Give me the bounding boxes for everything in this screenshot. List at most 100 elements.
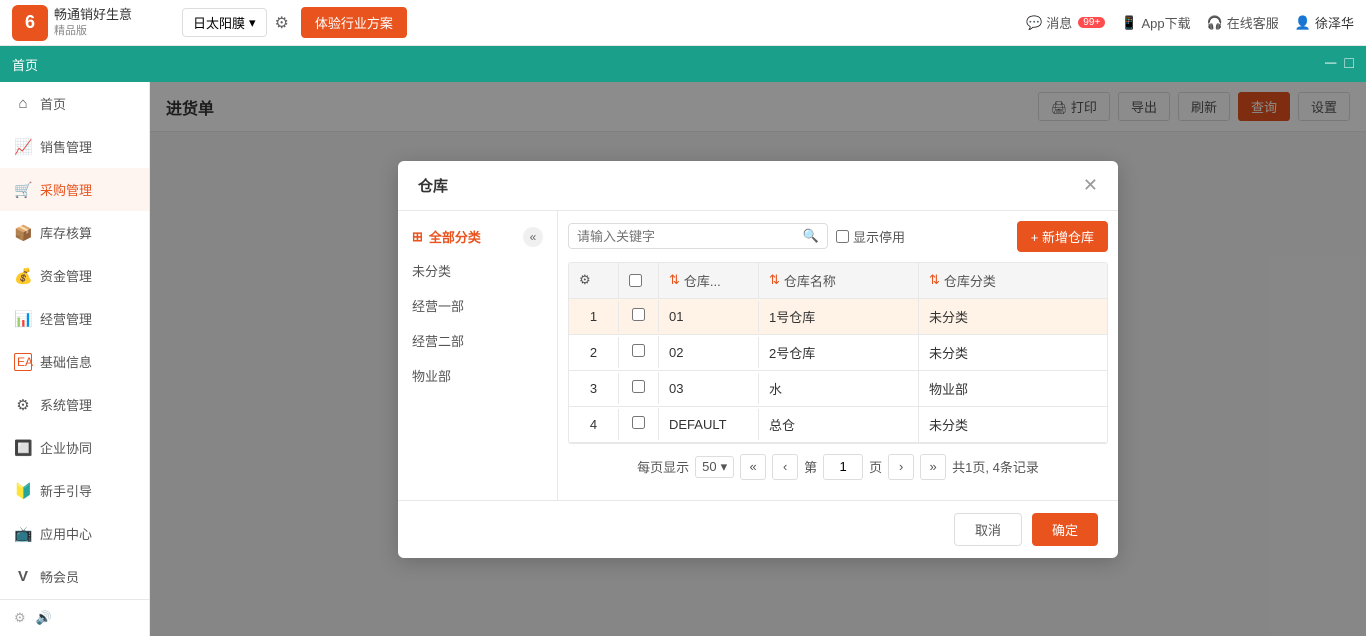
grid-icon: ⊞ xyxy=(412,229,423,245)
guide-icon: 🔰 xyxy=(14,482,32,500)
setting-bottom-icon[interactable]: ⚙ xyxy=(14,610,26,626)
logo-icon: 6 xyxy=(12,5,48,41)
app-download-item[interactable]: 📱 App下载 xyxy=(1121,13,1190,32)
warehouse-table: ⚙ ⇅ 仓库... ⇅ 仓库名称 xyxy=(568,262,1108,444)
system-icon: ⚙ xyxy=(14,396,32,414)
collapse-btn[interactable]: « xyxy=(523,227,543,247)
sidebar-label-finance: 资金管理 xyxy=(40,266,92,285)
sidebar-item-sales[interactable]: 📈 销售管理 xyxy=(0,125,149,168)
next-page-btn[interactable]: › xyxy=(888,454,914,480)
table-row[interactable]: 3 03 水 物业部 xyxy=(569,371,1107,407)
sidebar-item-inventory[interactable]: 📦 库存核算 xyxy=(0,211,149,254)
th-code-label: 仓库... xyxy=(684,271,721,290)
row-checkbox-3[interactable] xyxy=(632,380,645,393)
confirm-button[interactable]: 确定 xyxy=(1032,513,1098,546)
category-property[interactable]: 物业部 xyxy=(398,358,557,393)
sidebar-label-guide: 新手引导 xyxy=(40,481,92,500)
sort-icon3: ⇅ xyxy=(929,272,940,288)
sidebar-item-operation[interactable]: 📊 经营管理 xyxy=(0,297,149,340)
modal-header: 仓库 ✕ xyxy=(398,161,1118,211)
layout: ⌂ 首页 📈 销售管理 🛒 采购管理 📦 库存核算 💰 资金管理 📊 经营管理 … xyxy=(0,82,1366,636)
row-checkbox-4[interactable] xyxy=(632,416,645,429)
base-icon: EA xyxy=(14,353,32,371)
message-icon: 💬 xyxy=(1026,15,1042,31)
category-operation1[interactable]: 经营一部 xyxy=(398,288,557,323)
th-code[interactable]: ⇅ 仓库... xyxy=(659,263,759,298)
trial-button[interactable]: 体验行业方案 xyxy=(301,7,407,38)
category-unclassified[interactable]: 未分类 xyxy=(398,253,557,288)
table-row[interactable]: 1 01 1号仓库 未分类 xyxy=(569,299,1107,335)
td-category-1: 未分类 xyxy=(919,299,1079,334)
sidebar-item-system[interactable]: ⚙ 系统管理 xyxy=(0,383,149,426)
category-all-left: ⊞ 全部分类 xyxy=(412,227,481,246)
th-category[interactable]: ⇅ 仓库分类 xyxy=(919,263,1079,298)
online-service-item[interactable]: 🎧 在线客服 xyxy=(1207,13,1279,32)
sidebar-item-purchase[interactable]: 🛒 采购管理 xyxy=(0,168,149,211)
minimize-icon[interactable]: ─ xyxy=(1325,55,1336,73)
sidebar-item-base[interactable]: EA 基础信息 xyxy=(0,340,149,383)
header-right: 💬 消息 99+ 📱 App下载 🎧 在线客服 👤 徐泽华 xyxy=(1026,13,1354,32)
table-row[interactable]: 2 02 2号仓库 未分类 xyxy=(569,335,1107,371)
per-page-label: 每页显示 xyxy=(637,457,689,476)
td-cb-4[interactable] xyxy=(619,408,659,440)
breadcrumb-home[interactable]: 首页 xyxy=(12,55,38,74)
user-icon: 👤 xyxy=(1295,15,1311,31)
store-selector[interactable]: 日太阳膜 ▾ xyxy=(182,8,267,37)
td-name-1: 1号仓库 xyxy=(759,299,919,334)
app-version: 精品版 xyxy=(54,22,132,38)
sidebar-item-app[interactable]: 📺 应用中心 xyxy=(0,512,149,555)
online-service-label: 在线客服 xyxy=(1227,13,1279,32)
td-category-3: 物业部 xyxy=(919,371,1079,406)
table-row[interactable]: 4 DEFAULT 总仓 未分类 xyxy=(569,407,1107,443)
inventory-icon: 📦 xyxy=(14,224,32,242)
sidebar-item-home[interactable]: ⌂ 首页 xyxy=(0,82,149,125)
settings-icon[interactable]: ⚙ xyxy=(275,13,289,33)
sidebar-label-member: 畅会员 xyxy=(40,567,79,586)
speaker-icon[interactable]: 🔊 xyxy=(36,610,52,626)
message-item[interactable]: 💬 消息 99+ xyxy=(1026,13,1105,32)
row-checkbox-1[interactable] xyxy=(632,308,645,321)
app-name: 畅通销好生意 xyxy=(54,7,132,23)
search-input[interactable] xyxy=(577,229,803,244)
warehouse-panel: 🔍 显示停用 + 新增仓库 ⚙ xyxy=(558,211,1118,500)
sidebar-item-finance[interactable]: 💰 资金管理 xyxy=(0,254,149,297)
first-page-btn[interactable]: « xyxy=(740,454,766,480)
sidebar-item-guide[interactable]: 🔰 新手引导 xyxy=(0,469,149,512)
modal-close-button[interactable]: ✕ xyxy=(1083,175,1098,196)
show-disabled-text: 显示停用 xyxy=(853,227,905,246)
search-input-wrap: 🔍 xyxy=(568,223,828,249)
category-all[interactable]: ⊞ 全部分类 « xyxy=(398,221,557,253)
sidebar-item-enterprise[interactable]: 🔲 企业协同 xyxy=(0,426,149,469)
cancel-button[interactable]: 取消 xyxy=(954,513,1022,546)
td-cb-3[interactable] xyxy=(619,372,659,404)
modal-overlay: 仓库 ✕ ⊞ 全部分类 « 未分类 xyxy=(150,82,1366,636)
td-name-2: 2号仓库 xyxy=(759,335,919,370)
modal-body: ⊞ 全部分类 « 未分类 经营一部 经营二部 物业部 xyxy=(398,211,1118,500)
page-size-select[interactable]: 50 ▾ xyxy=(695,456,734,478)
th-name[interactable]: ⇅ 仓库名称 xyxy=(759,263,919,298)
show-disabled-label[interactable]: 显示停用 xyxy=(836,227,905,246)
category-operation2[interactable]: 经营二部 xyxy=(398,323,557,358)
new-warehouse-button[interactable]: + 新增仓库 xyxy=(1017,221,1108,252)
prev-page-btn[interactable]: ‹ xyxy=(772,454,798,480)
td-cb-2[interactable] xyxy=(619,336,659,368)
select-all-checkbox[interactable] xyxy=(629,274,642,287)
user-item[interactable]: 👤 徐泽华 xyxy=(1295,13,1354,32)
sort-icon2: ⇅ xyxy=(769,272,780,288)
app-icon: 📺 xyxy=(14,525,32,543)
page-number-input[interactable] xyxy=(823,454,863,480)
td-category-2: 未分类 xyxy=(919,335,1079,370)
sidebar-item-member[interactable]: V 畅会员 xyxy=(0,555,149,598)
logo-area: 6 畅通销好生意 精品版 xyxy=(12,5,162,41)
row-checkbox-2[interactable] xyxy=(632,344,645,357)
maximize-icon[interactable]: □ xyxy=(1344,55,1354,73)
category-all-label: 全部分类 xyxy=(429,227,481,246)
operation-icon: 📊 xyxy=(14,310,32,328)
sidebar-label-home: 首页 xyxy=(40,94,66,113)
td-cb-1[interactable] xyxy=(619,300,659,332)
td-code-2: 02 xyxy=(659,337,759,368)
search-icon[interactable]: 🔍 xyxy=(803,228,819,244)
show-disabled-checkbox[interactable] xyxy=(836,230,849,243)
enterprise-icon: 🔲 xyxy=(14,439,32,457)
last-page-btn[interactable]: » xyxy=(920,454,946,480)
